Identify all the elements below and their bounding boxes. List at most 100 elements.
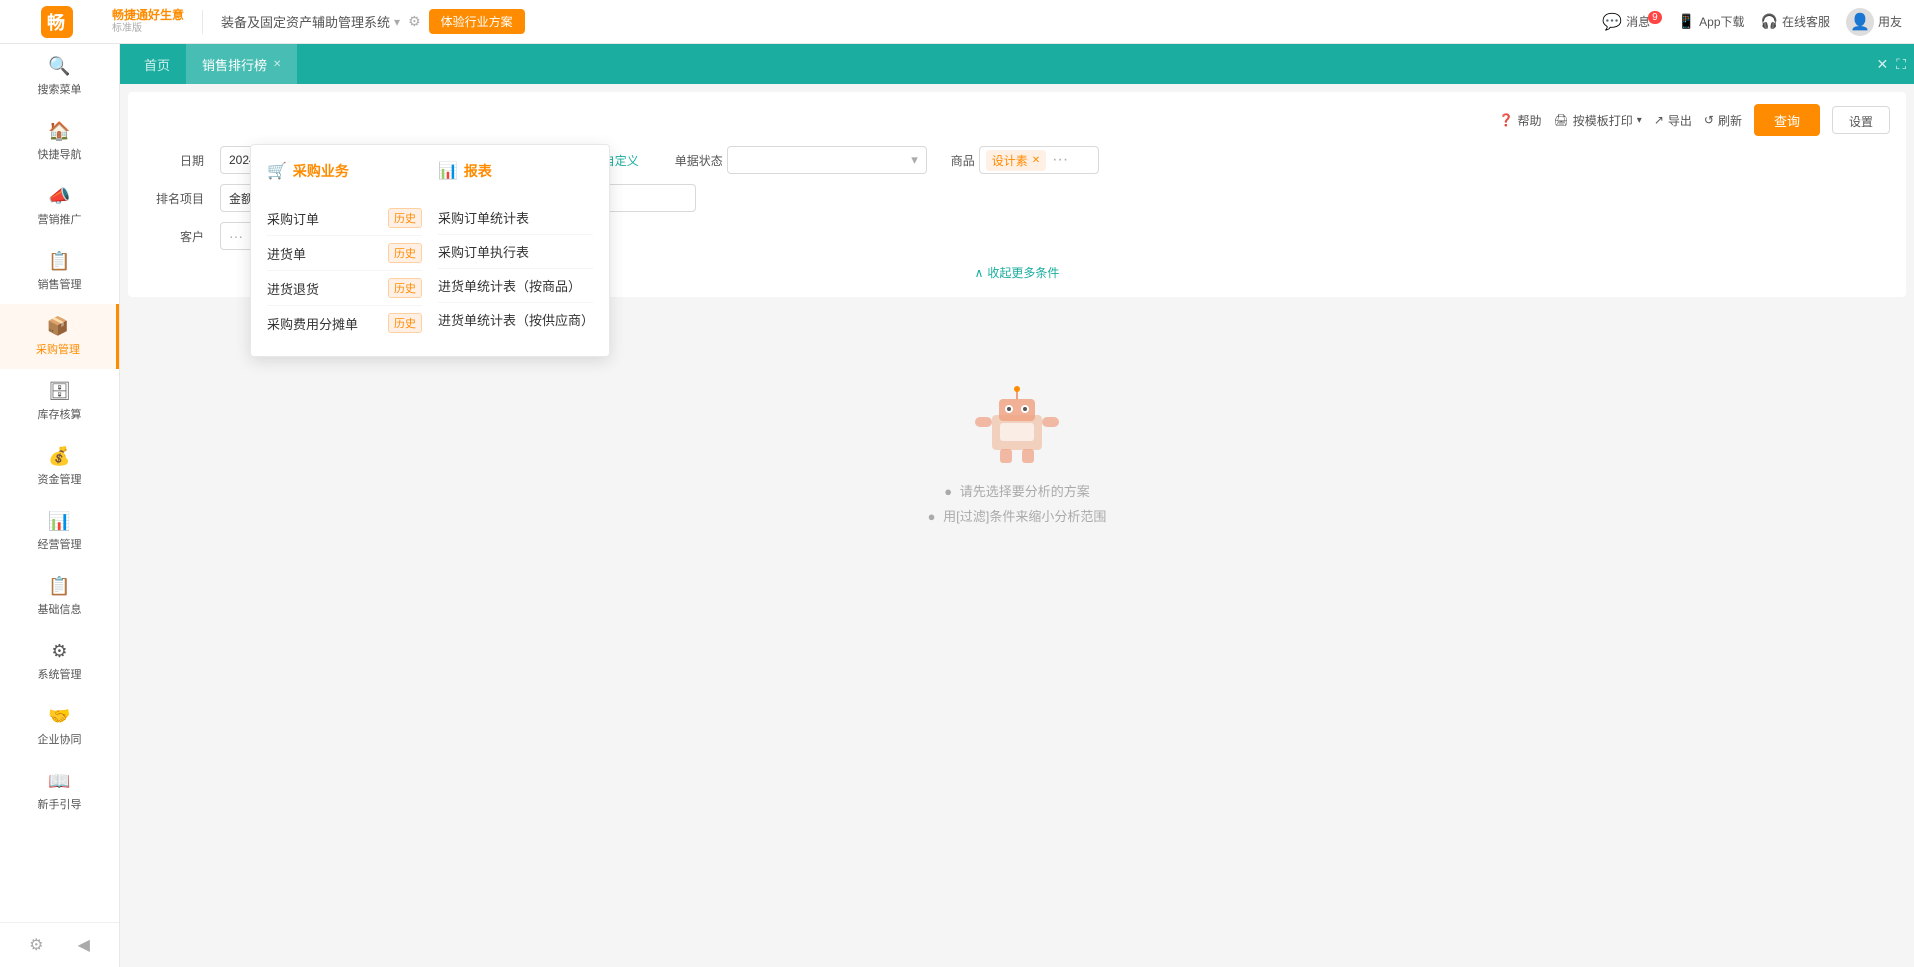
dropdown-item-inbound[interactable]: 进货单 历史 bbox=[267, 236, 422, 271]
goods-dots[interactable]: ··· bbox=[1052, 151, 1068, 169]
sidebar-item-quick[interactable]: 🏠 快捷导航 bbox=[0, 109, 119, 174]
dropdown-item-order-exec[interactable]: 采购订单执行表 bbox=[438, 235, 593, 269]
sidebar-label-enterprise: 企业协同 bbox=[38, 731, 82, 747]
sidebar-label-system: 系统管理 bbox=[38, 666, 82, 682]
dropdown-item-expense[interactable]: 采购费用分摊单 历史 bbox=[267, 306, 422, 340]
sidebar-item-system[interactable]: ⚙ 系统管理 bbox=[0, 629, 119, 694]
purchase-icon: 📦 bbox=[47, 316, 69, 337]
goods-tag-close-icon[interactable]: ✕ bbox=[1032, 155, 1040, 166]
goods-group: 商品 设计素 ✕ ··· bbox=[951, 146, 1099, 174]
empty-hint-text-2: 用[过滤]条件来缩小分析范围 bbox=[943, 509, 1106, 524]
online-service-btn[interactable]: 🎧 在线客服 bbox=[1761, 13, 1830, 30]
empty-hint-2: ● 用[过滤]条件来缩小分析范围 bbox=[928, 506, 1107, 525]
svg-text:畅: 畅 bbox=[47, 12, 65, 33]
user-btn[interactable]: 👤 用友 bbox=[1846, 8, 1902, 36]
refresh-label: 刷新 bbox=[1718, 112, 1742, 129]
sidebar-label-operations: 经营管理 bbox=[38, 536, 82, 552]
title-dropdown-icon[interactable]: ▾ bbox=[394, 15, 400, 29]
sidebar-item-inventory[interactable]: 🗄 库存核算 bbox=[0, 369, 119, 434]
print-icon: 🖨 bbox=[1554, 113, 1569, 127]
return-hist: 历史 bbox=[388, 278, 422, 298]
help-btn[interactable]: ❓ 帮助 bbox=[1499, 112, 1542, 129]
dropdown-item-order-stat[interactable]: 采购订单统计表 bbox=[438, 201, 593, 235]
tab-home-label: 首页 bbox=[144, 55, 170, 74]
rank-label: 排名项目 bbox=[144, 190, 204, 207]
print-btn[interactable]: 🖨 按模板打印 ▾ bbox=[1554, 112, 1642, 129]
report-col-icon: 📊 bbox=[438, 161, 458, 181]
online-service-label: 在线客服 bbox=[1782, 13, 1830, 30]
system-title-area: 装备及固定资产辅助管理系统 ▾ ⚙ bbox=[221, 12, 421, 31]
main-layout: 🔍 搜索菜单 🏠 快捷导航 📣 营销推广 📋 销售管理 📦 采购管理 🗄 库存核… bbox=[0, 44, 1914, 967]
refresh-btn[interactable]: ↺ 刷新 bbox=[1704, 112, 1742, 129]
app-download-label: App下载 bbox=[1699, 13, 1744, 30]
dropdown-item-purchase-order[interactable]: 采购订单 历史 bbox=[267, 201, 422, 236]
sidebar-label-marketing: 营销推广 bbox=[38, 211, 82, 227]
customer-label: 客户 bbox=[144, 228, 204, 245]
empty-hint-1: ● 请先选择要分析的方案 bbox=[944, 481, 1090, 500]
sidebar-label-inventory: 库存核算 bbox=[38, 406, 82, 422]
operations-icon: 📊 bbox=[48, 511, 70, 532]
tab-close-icon[interactable]: ✕ bbox=[273, 59, 281, 70]
purchase-col-label: 采购业务 bbox=[293, 161, 349, 181]
tab-close-window-icon[interactable]: ✕ bbox=[1876, 56, 1888, 73]
brand-name: 畅捷通好生意 bbox=[112, 8, 184, 22]
tab-fullscreen-icon[interactable]: ⛶ bbox=[1896, 56, 1906, 73]
report-col-label: 报表 bbox=[464, 161, 492, 181]
brand-info: 畅捷通好生意 标准版 bbox=[112, 8, 184, 34]
dropdown-item-return[interactable]: 进货退货 历史 bbox=[267, 271, 422, 306]
goods-select[interactable]: 设计素 ✕ ··· bbox=[979, 146, 1099, 174]
system-icon: ⚙ bbox=[51, 641, 67, 662]
content-area: 首页 销售排行榜 ✕ ✕ ⛶ ❓ 帮助 🖨 bbox=[120, 44, 1914, 967]
sidebar-item-search[interactable]: 🔍 搜索菜单 bbox=[0, 44, 119, 109]
footer-collapse-icon[interactable]: ◀ bbox=[78, 935, 90, 955]
header-divider bbox=[202, 10, 203, 34]
app-download-btn[interactable]: 📱 App下载 bbox=[1678, 13, 1745, 30]
message-btn[interactable]: 💬 消息 9 bbox=[1602, 12, 1662, 32]
print-label: 按模板打印 bbox=[1573, 112, 1633, 129]
customer-dots[interactable]: ··· bbox=[229, 228, 243, 244]
help-icon: ❓ bbox=[1499, 113, 1514, 127]
tab-sales-rank[interactable]: 销售排行榜 ✕ bbox=[186, 44, 297, 84]
empty-illustration bbox=[967, 385, 1067, 465]
avatar: 👤 bbox=[1846, 8, 1874, 36]
dropdown-item-inbound-stat-goods[interactable]: 进货单统计表（按商品） bbox=[438, 269, 593, 303]
settings-config-btn[interactable]: 设置 bbox=[1832, 106, 1890, 134]
solution-btn[interactable]: 体验行业方案 bbox=[429, 9, 525, 34]
help-label: 帮助 bbox=[1518, 112, 1542, 129]
inbound-hist: 历史 bbox=[388, 243, 422, 263]
sidebar-item-enterprise[interactable]: 🤝 企业协同 bbox=[0, 694, 119, 759]
status-select[interactable]: ▾ bbox=[727, 146, 927, 174]
status-dropdown-icon: ▾ bbox=[911, 152, 918, 168]
print-dropdown-icon: ▾ bbox=[1637, 115, 1642, 126]
tab-sales-rank-label: 销售排行榜 bbox=[202, 55, 267, 74]
inbound-stat-supplier-label: 进货单统计表（按供应商） bbox=[438, 310, 593, 329]
avatar-icon: 👤 bbox=[1850, 12, 1870, 32]
sidebar-item-basic[interactable]: 📋 基础信息 bbox=[0, 564, 119, 629]
enterprise-icon: 🤝 bbox=[48, 706, 70, 727]
inventory-icon: 🗄 bbox=[48, 381, 71, 402]
export-btn[interactable]: ↗ 导出 bbox=[1654, 112, 1692, 129]
empty-hint-text-1: 请先选择要分析的方案 bbox=[960, 484, 1090, 499]
query-btn[interactable]: 查询 bbox=[1754, 104, 1820, 136]
tab-home[interactable]: 首页 bbox=[128, 44, 186, 84]
sidebar-item-newbie[interactable]: 📖 新手引导 bbox=[0, 759, 119, 824]
return-label: 进货退货 bbox=[267, 279, 319, 298]
robot-svg bbox=[967, 385, 1067, 465]
sidebar-item-funds[interactable]: 💰 资金管理 bbox=[0, 434, 119, 499]
sidebar-item-purchase[interactable]: 📦 采购管理 bbox=[0, 304, 119, 369]
order-exec-label: 采购订单执行表 bbox=[438, 242, 529, 261]
message-icon: 💬 bbox=[1602, 12, 1622, 32]
logo-icon: 畅 bbox=[41, 6, 73, 38]
headset-icon: 🎧 bbox=[1761, 13, 1778, 30]
dropdown-item-inbound-stat-supplier[interactable]: 进货单统计表（按供应商） bbox=[438, 303, 593, 336]
sidebar-item-sales[interactable]: 📋 销售管理 bbox=[0, 239, 119, 304]
settings-icon[interactable]: ⚙ bbox=[408, 13, 421, 30]
sidebar-item-marketing[interactable]: 📣 营销推广 bbox=[0, 174, 119, 239]
sidebar-item-operations[interactable]: 📊 经营管理 bbox=[0, 499, 119, 564]
expense-hist: 历史 bbox=[388, 313, 422, 333]
sidebar-label-funds: 资金管理 bbox=[38, 471, 82, 487]
sidebar-label-search: 搜索菜单 bbox=[38, 81, 82, 97]
footer-settings-icon[interactable]: ⚙ bbox=[29, 935, 43, 955]
system-title: 装备及固定资产辅助管理系统 bbox=[221, 12, 390, 31]
purchase-order-hist: 历史 bbox=[388, 208, 422, 228]
